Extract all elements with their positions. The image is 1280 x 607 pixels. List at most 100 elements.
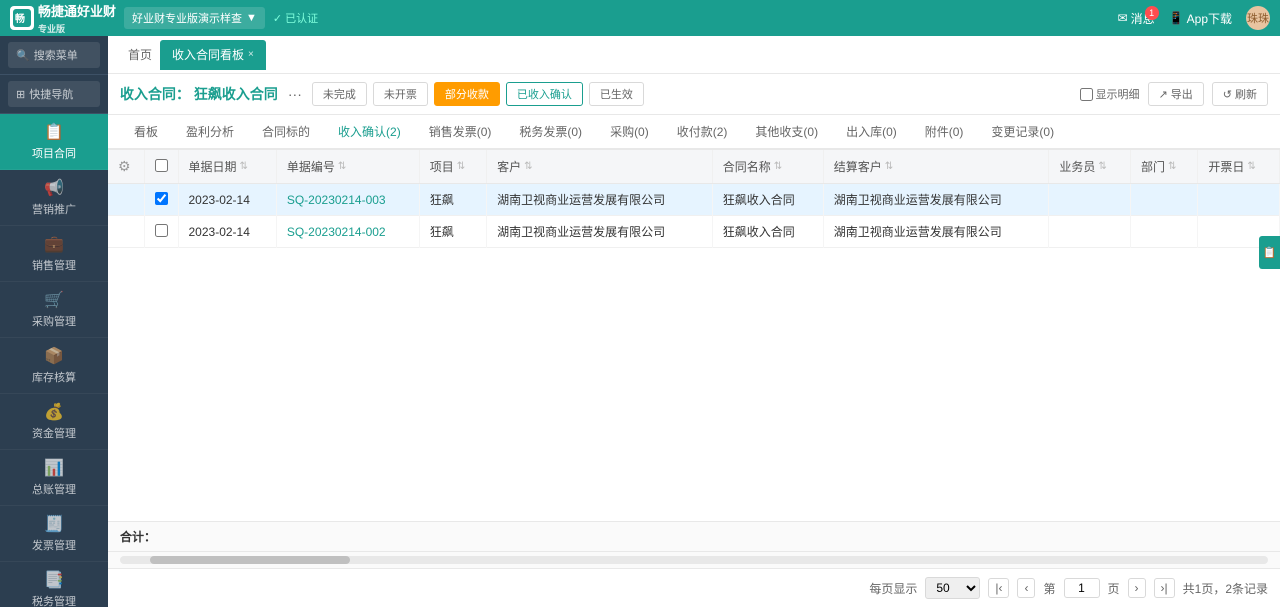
sidebar-item-inventory[interactable]: 📦库存核算 bbox=[0, 338, 108, 394]
sidebar-label-tax: 税务管理 bbox=[32, 593, 76, 607]
row-checkbox-1[interactable] bbox=[144, 216, 178, 248]
row-settings-1 bbox=[108, 216, 144, 248]
breadcrumb-home[interactable]: 首页 bbox=[120, 46, 160, 63]
page-size-label: 每页显示 bbox=[869, 580, 917, 597]
svg-text:畅: 畅 bbox=[15, 12, 25, 25]
quick-nav-btn[interactable]: ⊞ 快捷导航 bbox=[8, 81, 100, 107]
sidebar-nav: 📋项目合同📢营销推广💼销售管理🛒采购管理📦库存核算💰资金管理📊总账管理🧾发票管理… bbox=[0, 114, 108, 607]
col-project[interactable]: 项目 ⇅ bbox=[419, 150, 486, 184]
row-contract-name-1: 狂飙收入合同 bbox=[712, 216, 823, 248]
sidebar-label-sales: 销售管理 bbox=[32, 257, 76, 273]
refresh-btn[interactable]: ↺ 刷新 bbox=[1212, 82, 1268, 106]
col-date[interactable]: 单据日期 ⇅ bbox=[178, 150, 276, 184]
sidebar-item-project[interactable]: 📋项目合同 bbox=[0, 114, 108, 170]
status-buttons: 未完成 未开票 部分收款 已收入确认 已生效 bbox=[312, 82, 644, 106]
avatar: 珠珠 bbox=[1246, 6, 1270, 30]
status-incomplete-btn[interactable]: 未完成 bbox=[312, 82, 367, 106]
project-icon: 📋 bbox=[44, 122, 64, 142]
sidebar-item-marketing[interactable]: 📢营销推广 bbox=[0, 170, 108, 226]
row-checkbox-0[interactable] bbox=[144, 184, 178, 216]
table-row[interactable]: 2023-02-14 SQ-20230214-003 狂飙 湖南卫视商业运营发展… bbox=[108, 184, 1280, 216]
sort-icon8: ⇅ bbox=[1168, 161, 1176, 172]
tab-kanban[interactable]: 看板 bbox=[120, 115, 172, 150]
contract-nav: 收入合同： 狂飙收入合同 ··· 未完成 未开票 部分收款 已收入确认 已生效 bbox=[108, 74, 1280, 115]
app-download-btn[interactable]: 📱 App下载 bbox=[1169, 10, 1232, 27]
sort-icon7: ⇅ bbox=[1098, 161, 1106, 172]
page-input[interactable] bbox=[1064, 578, 1100, 598]
col-result-customer[interactable]: 结算客户 ⇅ bbox=[823, 150, 1049, 184]
sort-icon: ⇅ bbox=[240, 161, 248, 172]
table-row[interactable]: 2023-02-14 SQ-20230214-002 狂飙 湖南卫视商业运营发展… bbox=[108, 216, 1280, 248]
sidebar-item-invoice[interactable]: 🧾发票管理 bbox=[0, 506, 108, 562]
prev-window-btn[interactable]: ‹ bbox=[1206, 46, 1224, 64]
col-contract-name[interactable]: 合同名称 ⇅ bbox=[712, 150, 823, 184]
col-customer[interactable]: 客户 ⇅ bbox=[487, 150, 713, 184]
search-menu-btn[interactable]: 🔍 搜索菜单 bbox=[8, 42, 100, 68]
sort-icon9: ⇅ bbox=[1247, 161, 1255, 172]
tab-attachment[interactable]: 附件(0) bbox=[911, 115, 978, 150]
tab-in_out[interactable]: 出入库(0) bbox=[832, 115, 911, 150]
page-size-select[interactable]: 20 50 100 bbox=[925, 577, 980, 599]
tab-purchase[interactable]: 采购(0) bbox=[596, 115, 663, 150]
close-window-btn[interactable]: × bbox=[1250, 46, 1268, 64]
col-checkbox[interactable] bbox=[144, 150, 178, 184]
certified-badge: ✓ 已认证 bbox=[273, 10, 318, 26]
scroll-thumb[interactable] bbox=[150, 556, 350, 564]
status-partial-btn[interactable]: 部分收款 bbox=[434, 82, 500, 106]
col-open-date[interactable]: 开票日 ⇅ bbox=[1198, 150, 1280, 184]
settings-gear-icon[interactable]: ⚙ bbox=[118, 158, 131, 174]
top-bar-right: ✉ 消息 1 📱 App下载 珠珠 bbox=[1118, 6, 1270, 30]
tab-income_confirm[interactable]: 收入确认(2) bbox=[324, 115, 415, 150]
total-label: 合计： bbox=[120, 528, 156, 545]
next-page-btn[interactable]: › bbox=[1128, 578, 1146, 598]
row-contract-name-0: 狂飙收入合同 bbox=[712, 184, 823, 216]
prev-page-btn[interactable]: ‹ bbox=[1017, 578, 1035, 598]
scroll-track[interactable] bbox=[120, 556, 1268, 564]
last-page-btn[interactable]: ›| bbox=[1154, 578, 1175, 598]
row-number-0[interactable]: SQ-20230214-003 bbox=[276, 184, 419, 216]
show-detail-checkbox[interactable] bbox=[1080, 88, 1093, 101]
col-number[interactable]: 单据编号 ⇅ bbox=[276, 150, 419, 184]
col-department[interactable]: 部门 ⇅ bbox=[1130, 150, 1197, 184]
row-salesperson-1 bbox=[1049, 216, 1131, 248]
status-effective-btn[interactable]: 已生效 bbox=[589, 82, 644, 106]
sort-icon6: ⇅ bbox=[885, 161, 893, 172]
sidebar-item-capital[interactable]: 💰资金管理 bbox=[0, 394, 108, 450]
first-page-btn[interactable]: |‹ bbox=[988, 578, 1009, 598]
tab-close-icon[interactable]: × bbox=[248, 49, 254, 60]
right-dock-btn[interactable]: 📋 bbox=[1259, 236, 1280, 269]
table-container[interactable]: ⚙ 单据日期 ⇅ bbox=[108, 150, 1280, 521]
tab-tax_invoice[interactable]: 税务发票(0) bbox=[505, 115, 596, 150]
col-settings[interactable]: ⚙ bbox=[108, 150, 144, 184]
user-menu[interactable]: 珠珠 bbox=[1246, 6, 1270, 30]
next-window-btn[interactable]: › bbox=[1228, 46, 1246, 64]
sidebar-item-purchase[interactable]: 🛒采购管理 bbox=[0, 282, 108, 338]
export-btn[interactable]: ↗ 导出 bbox=[1148, 82, 1204, 106]
select-all-checkbox[interactable] bbox=[155, 159, 168, 172]
notification-btn[interactable]: ✉ 消息 1 bbox=[1118, 10, 1155, 27]
logo-text: 畅捷通好业财 专业版 bbox=[38, 1, 116, 35]
status-confirmed-btn[interactable]: 已收入确认 bbox=[506, 82, 583, 106]
tab-contract_std[interactable]: 合同标的 bbox=[248, 115, 324, 150]
company-selector[interactable]: 好业财专业版演示样查 ▼ bbox=[124, 7, 265, 29]
tab-change_log[interactable]: 变更记录(0) bbox=[977, 115, 1068, 150]
row-date-1: 2023-02-14 bbox=[178, 216, 276, 248]
message-icon: ✉ bbox=[1118, 11, 1128, 25]
sidebar-item-tax[interactable]: 📑税务管理 bbox=[0, 562, 108, 607]
tab-payment[interactable]: 收付款(2) bbox=[663, 115, 742, 150]
sidebar-item-sales[interactable]: 💼销售管理 bbox=[0, 226, 108, 282]
content-header: 首页 收入合同看板 × ‹ › × bbox=[108, 36, 1280, 74]
sidebar-item-general[interactable]: 📊总账管理 bbox=[0, 450, 108, 506]
col-salesperson[interactable]: 业务员 ⇅ bbox=[1049, 150, 1131, 184]
tab-other_income[interactable]: 其他收支(0) bbox=[741, 115, 832, 150]
notification-count: 1 bbox=[1145, 6, 1159, 20]
pagination: 每页显示 20 50 100 |‹ ‹ 第 页 › ›| 共1页，2条记录 bbox=[108, 568, 1280, 607]
more-options-btn[interactable]: ··· bbox=[288, 86, 302, 102]
tab-sales_invoice[interactable]: 销售发票(0) bbox=[415, 115, 506, 150]
capital-icon: 💰 bbox=[44, 402, 64, 422]
active-tab-btn[interactable]: 收入合同看板 × bbox=[160, 40, 266, 70]
row-number-1[interactable]: SQ-20230214-002 bbox=[276, 216, 419, 248]
status-uninvoiced-btn[interactable]: 未开票 bbox=[373, 82, 428, 106]
tab-profit[interactable]: 盈利分析 bbox=[172, 115, 248, 150]
sidebar-search-section: 🔍 搜索菜单 bbox=[0, 36, 108, 75]
